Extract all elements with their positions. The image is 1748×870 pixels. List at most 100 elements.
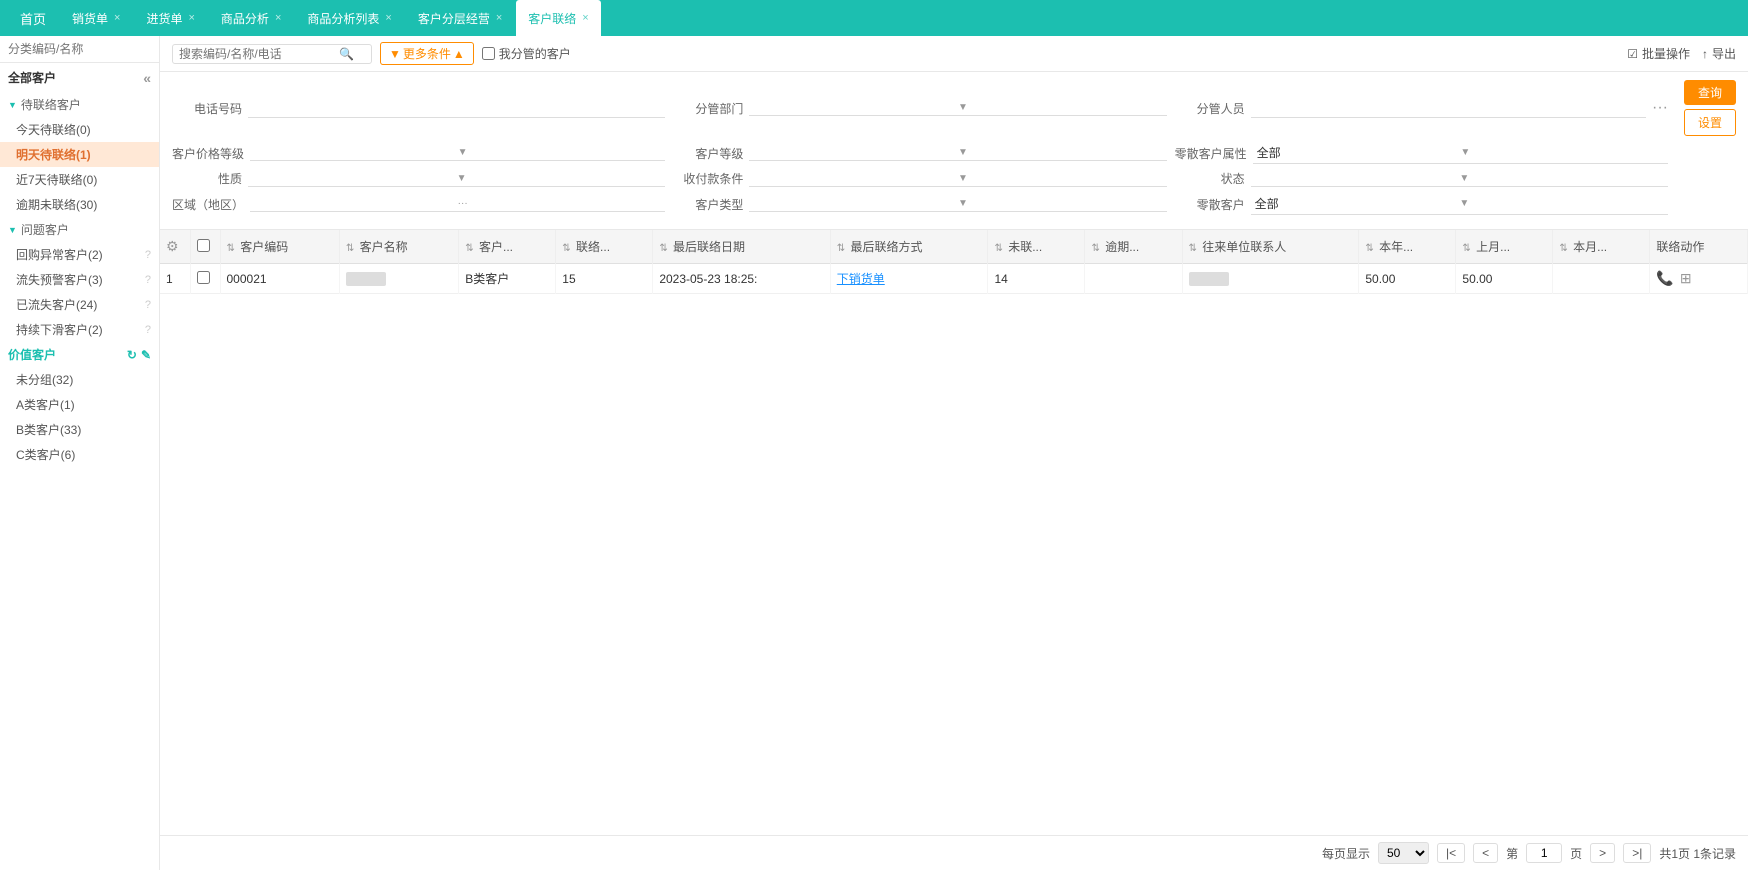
edit-icon[interactable]: ✎ (141, 348, 151, 362)
sort-icon-this-year[interactable]: ⇅ (1365, 243, 1373, 254)
price-level-select[interactable]: ▼ (250, 145, 665, 161)
my-customers-checkbox[interactable] (482, 47, 495, 60)
customer-level-label: 客户等级 (673, 145, 743, 162)
select-all-checkbox[interactable] (197, 239, 210, 252)
contact-method-link[interactable]: 下销货单 (837, 272, 885, 286)
sidebar: 🔍 全部客户 « 待联络客户 今天待联络(0) 明天待联络(1) 近7天待联络(… (0, 36, 160, 870)
sidebar-item-churn-warning[interactable]: 流失预警客户(3) ? (0, 267, 159, 292)
sidebar-search-input[interactable] (8, 42, 160, 56)
customer-table: ⚙ ⇅ 客户编码 ⇅ 客户名称 (160, 230, 1748, 294)
filter-cell-status: 状态 ▼ (1175, 170, 1668, 187)
nav-home[interactable]: 首页 (8, 0, 58, 36)
batch-operation-button[interactable]: ☑ 批量操作 (1627, 45, 1690, 62)
payment-label: 收付款条件 (673, 170, 743, 187)
nature-select[interactable]: ▼ (248, 171, 665, 187)
sort-icon-overdue[interactable]: ⇅ (1091, 243, 1099, 254)
sort-icon-this-month[interactable]: ⇅ (1559, 243, 1567, 254)
sort-icon-contact[interactable]: ⇅ (562, 243, 570, 254)
last-page-button[interactable]: >| (1623, 843, 1651, 863)
search-button-icon[interactable]: 🔍 (339, 47, 354, 61)
filter-row-4: 区域（地区） ··· 客户类型 ▼ 零散客户 全部 (172, 193, 1736, 215)
sort-icon-date[interactable]: ⇅ (659, 243, 667, 254)
close-sales-order-icon[interactable]: × (114, 12, 120, 24)
retail-customer-label: 零散客户 (1175, 196, 1245, 213)
page-number-input[interactable] (1526, 843, 1562, 863)
refresh-icon[interactable]: ↻ (127, 348, 137, 362)
value-customers-group[interactable]: 价值客户 ↻ ✎ (0, 342, 159, 367)
sort-icon-method[interactable]: ⇅ (837, 243, 845, 254)
more-action-icon[interactable]: ⊞ (1680, 270, 1692, 287)
first-page-button[interactable]: |< (1437, 843, 1465, 863)
prev-page-button[interactable]: < (1473, 843, 1498, 863)
export-button[interactable]: ↑ 导出 (1702, 45, 1736, 62)
payment-select[interactable]: ▼ (749, 171, 1166, 187)
settings-button[interactable]: 设置 (1684, 109, 1736, 136)
search-input[interactable] (179, 47, 339, 61)
retail-attr-caret-icon: ▼ (1460, 147, 1664, 158)
retail-customer-select[interactable]: 全部 ▼ (1251, 193, 1668, 215)
row-checkbox[interactable] (197, 271, 210, 284)
my-customers-checkbox-wrap[interactable]: 我分管的客户 (482, 45, 571, 62)
cell-this-year: 50.00 (1359, 264, 1456, 294)
col-overdue: ⇅ 逾期... (1085, 230, 1182, 264)
total-info: 共1页 1条记录 (1659, 845, 1736, 862)
region-label: 区域（地区） (172, 196, 244, 213)
page-size-select[interactable]: 50 100 200 (1378, 842, 1429, 864)
next-page-button[interactable]: > (1590, 843, 1615, 863)
nav-customer-segment[interactable]: 客户分层经营 × (406, 0, 514, 36)
close-customer-segment-icon[interactable]: × (496, 12, 502, 24)
close-product-analysis-icon[interactable]: × (275, 12, 281, 24)
region-caret-icon: ··· (458, 198, 662, 209)
dept-select[interactable]: ▼ (749, 100, 1166, 116)
filter-cell-region: 区域（地区） ··· (172, 196, 665, 213)
help-icon-declining: ? (145, 324, 151, 336)
cell-last-contact-date: 2023-05-23 18:25: (653, 264, 830, 294)
nav-product-analysis-list[interactable]: 商品分析列表 × (295, 0, 403, 36)
nav-customer-contact[interactable]: 客户联络 × (516, 0, 600, 36)
sidebar-item-overdue-pending[interactable]: 逾期未联络(30) (0, 192, 159, 217)
nav-product-analysis[interactable]: 商品分析 × (209, 0, 293, 36)
nav-purchase-order[interactable]: 进货单 × (134, 0, 206, 36)
sidebar-item-tomorrow-pending[interactable]: 明天待联络(1) (0, 142, 159, 167)
sidebar-item-today-pending[interactable]: 今天待联络(0) (0, 117, 159, 142)
sidebar-item-b-class[interactable]: B类客户(33) (0, 417, 159, 442)
sidebar-item-a-class[interactable]: A类客户(1) (0, 392, 159, 417)
top-navigation: 首页 销货单 × 进货单 × 商品分析 × 商品分析列表 × 客户分层经营 × … (0, 0, 1748, 36)
gear-settings-icon[interactable]: ⚙ (166, 238, 179, 254)
sort-icon-last-month[interactable]: ⇅ (1462, 243, 1470, 254)
sidebar-item-c-class[interactable]: C类客户(6) (0, 442, 159, 467)
filter-row-2: 客户价格等级 ▼ 客户等级 ▼ 零散客户属性 全部 (172, 142, 1736, 164)
sidebar-item-churned[interactable]: 已流失客户(24) ? (0, 292, 159, 317)
phone-input[interactable] (248, 99, 665, 118)
close-customer-contact-icon[interactable]: × (582, 12, 588, 24)
sidebar-item-repurchase-abnormal[interactable]: 回购异常客户(2) ? (0, 242, 159, 267)
manager-input[interactable] (1251, 99, 1646, 118)
phone-action-icon[interactable]: 📞 (1656, 270, 1673, 287)
action-icons: 📞 ⊞ (1656, 270, 1741, 287)
nav-sales-order[interactable]: 销货单 × (60, 0, 132, 36)
sort-icon-code[interactable]: ⇅ (227, 243, 235, 254)
sort-icon-type[interactable]: ⇅ (465, 243, 473, 254)
sort-icon-name[interactable]: ⇅ (346, 243, 354, 254)
manager-more-icon[interactable]: ··· (1652, 99, 1668, 117)
customer-type-label: 客户类型 (673, 196, 743, 213)
sort-icon-unit-contact[interactable]: ⇅ (1189, 243, 1197, 254)
status-select[interactable]: ▼ (1251, 171, 1668, 187)
close-product-analysis-list-icon[interactable]: × (385, 12, 391, 24)
more-conditions-button[interactable]: ▼ 更多条件 ▲ (380, 42, 474, 65)
col-action: 联络动作 (1650, 230, 1748, 264)
page-suffix: 页 (1570, 845, 1582, 862)
close-purchase-order-icon[interactable]: × (188, 12, 194, 24)
query-button[interactable]: 查询 (1684, 80, 1736, 105)
sidebar-item-ungrouped[interactable]: 未分组(32) (0, 367, 159, 392)
customer-level-select[interactable]: ▼ (749, 145, 1166, 161)
region-select[interactable]: ··· (250, 196, 665, 212)
price-level-label: 客户价格等级 (172, 145, 244, 162)
sidebar-item-7days-pending[interactable]: 近7天待联络(0) (0, 167, 159, 192)
sidebar-search-wrap: 🔍 (0, 36, 159, 63)
retail-attr-select[interactable]: 全部 ▼ (1253, 142, 1668, 164)
customer-type-select[interactable]: ▼ (749, 196, 1166, 212)
all-customers-title[interactable]: 全部客户 « (0, 63, 159, 92)
sidebar-item-declining[interactable]: 持续下滑客户(2) ? (0, 317, 159, 342)
sort-icon-no-contact[interactable]: ⇅ (994, 243, 1002, 254)
